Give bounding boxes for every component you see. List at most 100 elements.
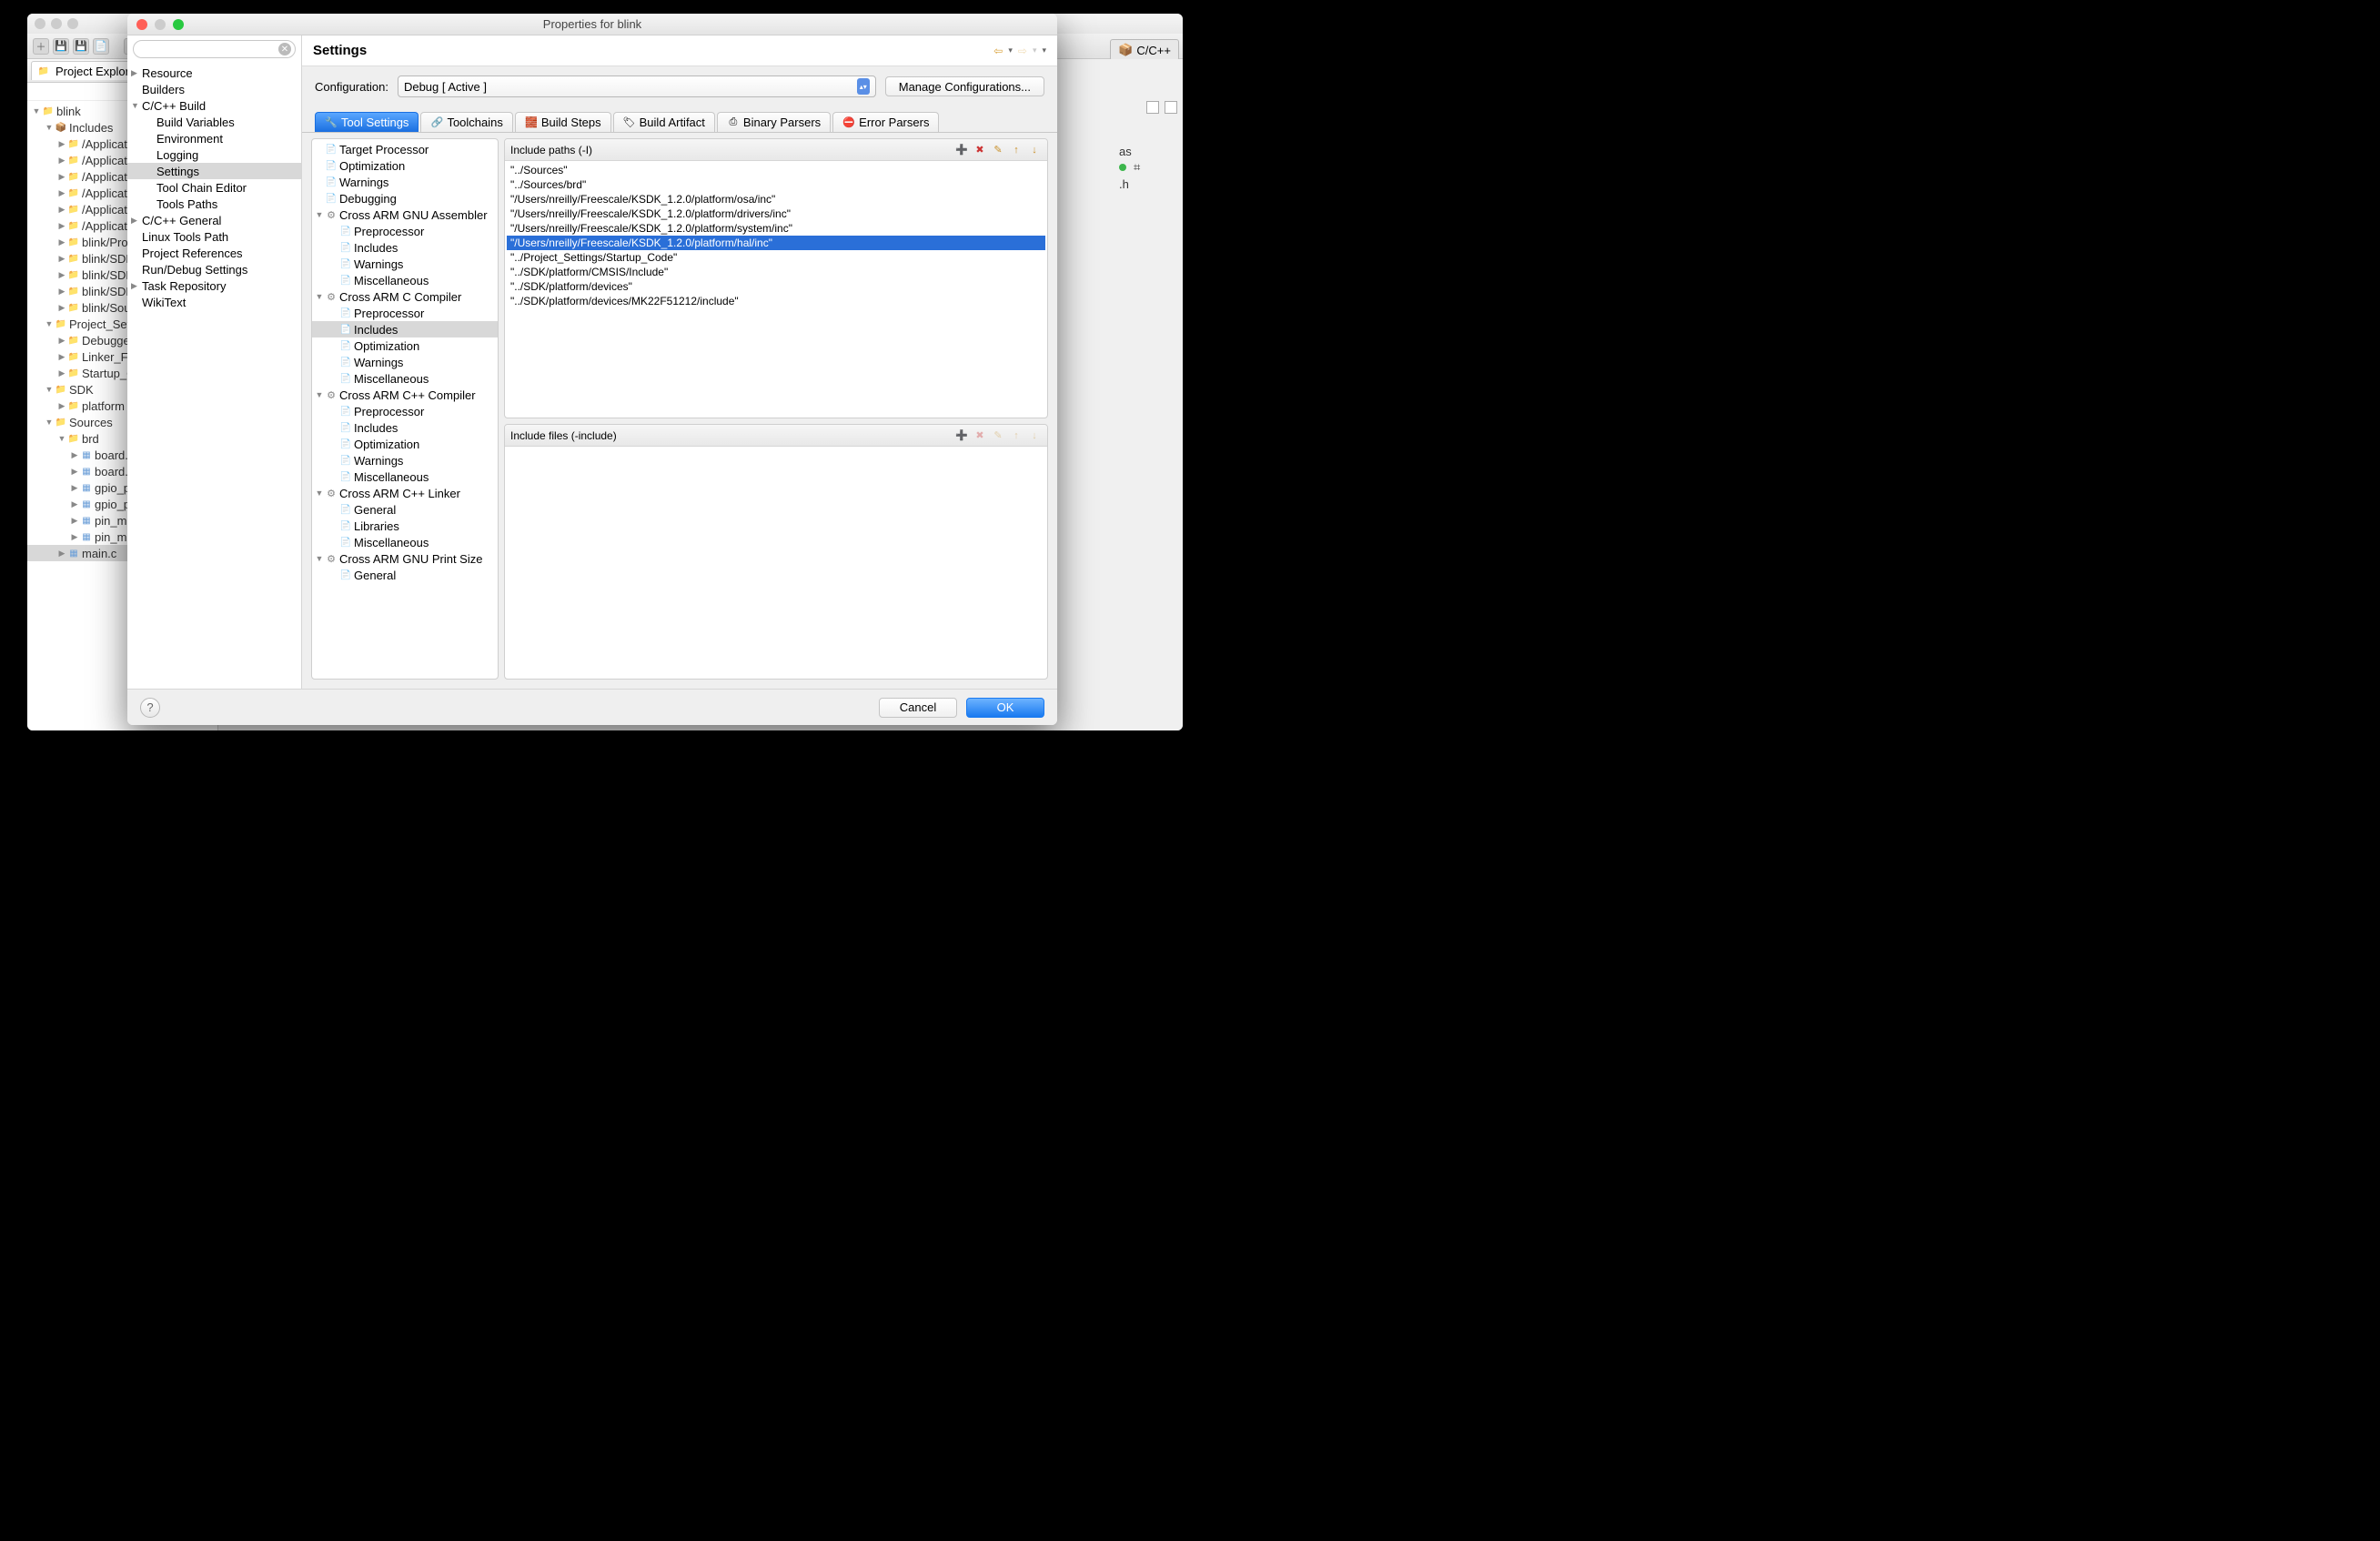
nav-item[interactable]: Tools Paths — [127, 196, 301, 212]
edit-path-icon[interactable]: ✎ — [991, 143, 1005, 157]
dialog-titlebar[interactable]: Properties for blink — [127, 14, 1057, 35]
include-path-item[interactable]: "../Sources" — [507, 163, 1045, 177]
tool-tree-item[interactable]: ▼⚙Cross ARM GNU Assembler — [312, 206, 498, 223]
tool-tree-item[interactable]: 📄Miscellaneous — [312, 272, 498, 288]
tool-tree-item[interactable]: 📄General — [312, 501, 498, 518]
configuration-row: Configuration: Debug [ Active ] ▴▾ Manag… — [302, 66, 1057, 106]
move-down-icon[interactable]: ↓ — [1027, 143, 1042, 157]
tool-tree-item[interactable]: 📄Libraries — [312, 518, 498, 534]
tool-tree-item[interactable]: 📄Includes — [312, 321, 498, 337]
nav-item[interactable]: ▶Task Repository — [127, 277, 301, 294]
nav-item[interactable]: ▼C/C++ Build — [127, 97, 301, 114]
nav-fwd-icon[interactable]: ⇨ — [1018, 45, 1027, 57]
tab-toolchains[interactable]: 🔗Toolchains — [420, 112, 512, 132]
tool-tree-item[interactable]: ▼⚙Cross ARM GNU Print Size — [312, 550, 498, 567]
print-icon[interactable]: 📄 — [93, 38, 109, 55]
nav-item[interactable]: Run/Debug Settings — [127, 261, 301, 277]
tool-tree-item[interactable]: 📄Optimization — [312, 337, 498, 354]
include-path-item[interactable]: "../SDK/platform/CMSIS/Include" — [507, 265, 1045, 279]
move-down-file-icon[interactable]: ↓ — [1027, 428, 1042, 443]
include-path-item[interactable]: "../SDK/platform/devices/MK22F51212/incl… — [507, 294, 1045, 308]
nav-item[interactable]: Linux Tools Path — [127, 228, 301, 245]
include-files-list[interactable] — [505, 447, 1047, 679]
nav-back-icon[interactable]: ⇦ — [993, 45, 1003, 57]
tool-tree-item[interactable]: 📄Target Processor — [312, 141, 498, 157]
tool-tree-item[interactable]: 📄Includes — [312, 239, 498, 256]
help-button[interactable]: ? — [140, 698, 160, 718]
tool-tree-item[interactable]: 📄Miscellaneous — [312, 534, 498, 550]
nav-item[interactable]: Settings — [127, 163, 301, 179]
fwd-menu-icon[interactable]: ▾ — [1033, 45, 1037, 55]
include-path-item[interactable]: "/Users/nreilly/Freescale/KSDK_1.2.0/pla… — [507, 192, 1045, 206]
add-file-icon[interactable]: ➕ — [954, 428, 969, 443]
tool-tree-item[interactable]: 📄Miscellaneous — [312, 468, 498, 485]
tool-tree-item[interactable]: ▼⚙Cross ARM C++ Linker — [312, 485, 498, 501]
nav-filter-input[interactable]: ✕ — [133, 40, 296, 58]
nav-item[interactable]: Tool Chain Editor — [127, 179, 301, 196]
tab-tool-settings[interactable]: 🔧Tool Settings — [315, 112, 419, 132]
move-up-file-icon[interactable]: ↑ — [1009, 428, 1024, 443]
nav-item[interactable]: WikiText — [127, 294, 301, 310]
dialog-footer: ? Cancel OK — [127, 689, 1057, 725]
nav-item[interactable]: Environment — [127, 130, 301, 146]
maximize-view-icon[interactable] — [1165, 101, 1177, 114]
save-icon[interactable]: 💾 — [53, 38, 69, 55]
view-menu-icon[interactable]: ▾ — [1042, 45, 1046, 55]
delete-path-icon[interactable]: ✖ — [973, 143, 987, 157]
tool-tree-item[interactable]: 📄Optimization — [312, 157, 498, 174]
manage-configurations-button[interactable]: Manage Configurations... — [885, 76, 1044, 96]
saveall-icon[interactable]: 💾 — [73, 38, 89, 55]
include-path-item[interactable]: "../Sources/brd" — [507, 177, 1045, 192]
tool-tree-item[interactable]: 📄Preprocessor — [312, 403, 498, 419]
tab-error-parsers[interactable]: ⛔Error Parsers — [832, 112, 939, 132]
clear-filter-icon[interactable]: ✕ — [278, 43, 291, 55]
configuration-select[interactable]: Debug [ Active ] ▴▾ — [398, 76, 876, 97]
tool-tree-item[interactable]: ▼⚙Cross ARM C Compiler — [312, 288, 498, 305]
include-files-title: Include files (-include) — [510, 429, 617, 442]
bg-zoom-btn[interactable] — [67, 18, 78, 29]
include-path-item[interactable]: "/Users/nreilly/Freescale/KSDK_1.2.0/pla… — [507, 206, 1045, 221]
tool-tree-item[interactable]: ▼⚙Cross ARM C++ Compiler — [312, 387, 498, 403]
tool-tree-item[interactable]: 📄Warnings — [312, 452, 498, 468]
nav-item[interactable]: Project References — [127, 245, 301, 261]
tool-tree-item[interactable]: 📄Warnings — [312, 354, 498, 370]
preferences-nav: ✕ ▶ResourceBuilders▼C/C++ BuildBuild Var… — [127, 35, 302, 689]
new-icon[interactable]: ＋ — [33, 38, 49, 55]
tool-tree-item[interactable]: 📄Debugging — [312, 190, 498, 206]
nav-item[interactable]: Logging — [127, 146, 301, 163]
cancel-button[interactable]: Cancel — [879, 698, 957, 718]
nav-item[interactable]: ▶Resource — [127, 65, 301, 81]
nav-tree[interactable]: ▶ResourceBuilders▼C/C++ BuildBuild Varia… — [127, 63, 301, 689]
bg-min-btn[interactable] — [51, 18, 62, 29]
nav-item[interactable]: Builders — [127, 81, 301, 97]
add-path-icon[interactable]: ➕ — [954, 143, 969, 157]
include-paths-list[interactable]: "../Sources""../Sources/brd""/Users/nrei… — [505, 161, 1047, 418]
tab-build-steps[interactable]: 🧱Build Steps — [515, 112, 611, 132]
tool-tree-item[interactable]: 📄General — [312, 567, 498, 583]
include-path-item[interactable]: "../SDK/platform/devices" — [507, 279, 1045, 294]
ok-button[interactable]: OK — [966, 698, 1044, 718]
nav-item[interactable]: Build Variables — [127, 114, 301, 130]
edit-file-icon[interactable]: ✎ — [991, 428, 1005, 443]
perspective-switcher[interactable]: 📦 C/C++ — [1110, 39, 1179, 61]
tab-build-artifact[interactable]: 🏷Build Artifact — [613, 112, 715, 132]
tool-settings-tree[interactable]: 📄Target Processor📄Optimization📄Warnings📄… — [311, 138, 499, 680]
tool-tree-item[interactable]: 📄Warnings — [312, 256, 498, 272]
minimize-view-icon[interactable] — [1146, 101, 1159, 114]
tool-tree-item[interactable]: 📄Includes — [312, 419, 498, 436]
tool-tree-item[interactable]: 📄Miscellaneous — [312, 370, 498, 387]
include-path-item[interactable]: "/Users/nreilly/Freescale/KSDK_1.2.0/pla… — [507, 221, 1045, 236]
move-up-icon[interactable]: ↑ — [1009, 143, 1024, 157]
tab-binary-parsers[interactable]: ⎙Binary Parsers — [717, 112, 831, 132]
include-path-item[interactable]: "../Project_Settings/Startup_Code" — [507, 250, 1045, 265]
include-path-item[interactable]: "/Users/nreilly/Freescale/KSDK_1.2.0/pla… — [507, 236, 1045, 250]
tool-tree-item[interactable]: 📄Optimization — [312, 436, 498, 452]
bg-close-btn[interactable] — [35, 18, 45, 29]
tool-tree-item[interactable]: 📄Warnings — [312, 174, 498, 190]
tool-tree-item[interactable]: 📄Preprocessor — [312, 305, 498, 321]
manage-configurations-label: Manage Configurations... — [899, 80, 1031, 94]
delete-file-icon[interactable]: ✖ — [973, 428, 987, 443]
tool-tree-item[interactable]: 📄Preprocessor — [312, 223, 498, 239]
nav-item[interactable]: ▶C/C++ General — [127, 212, 301, 228]
back-menu-icon[interactable]: ▾ — [1008, 45, 1013, 55]
